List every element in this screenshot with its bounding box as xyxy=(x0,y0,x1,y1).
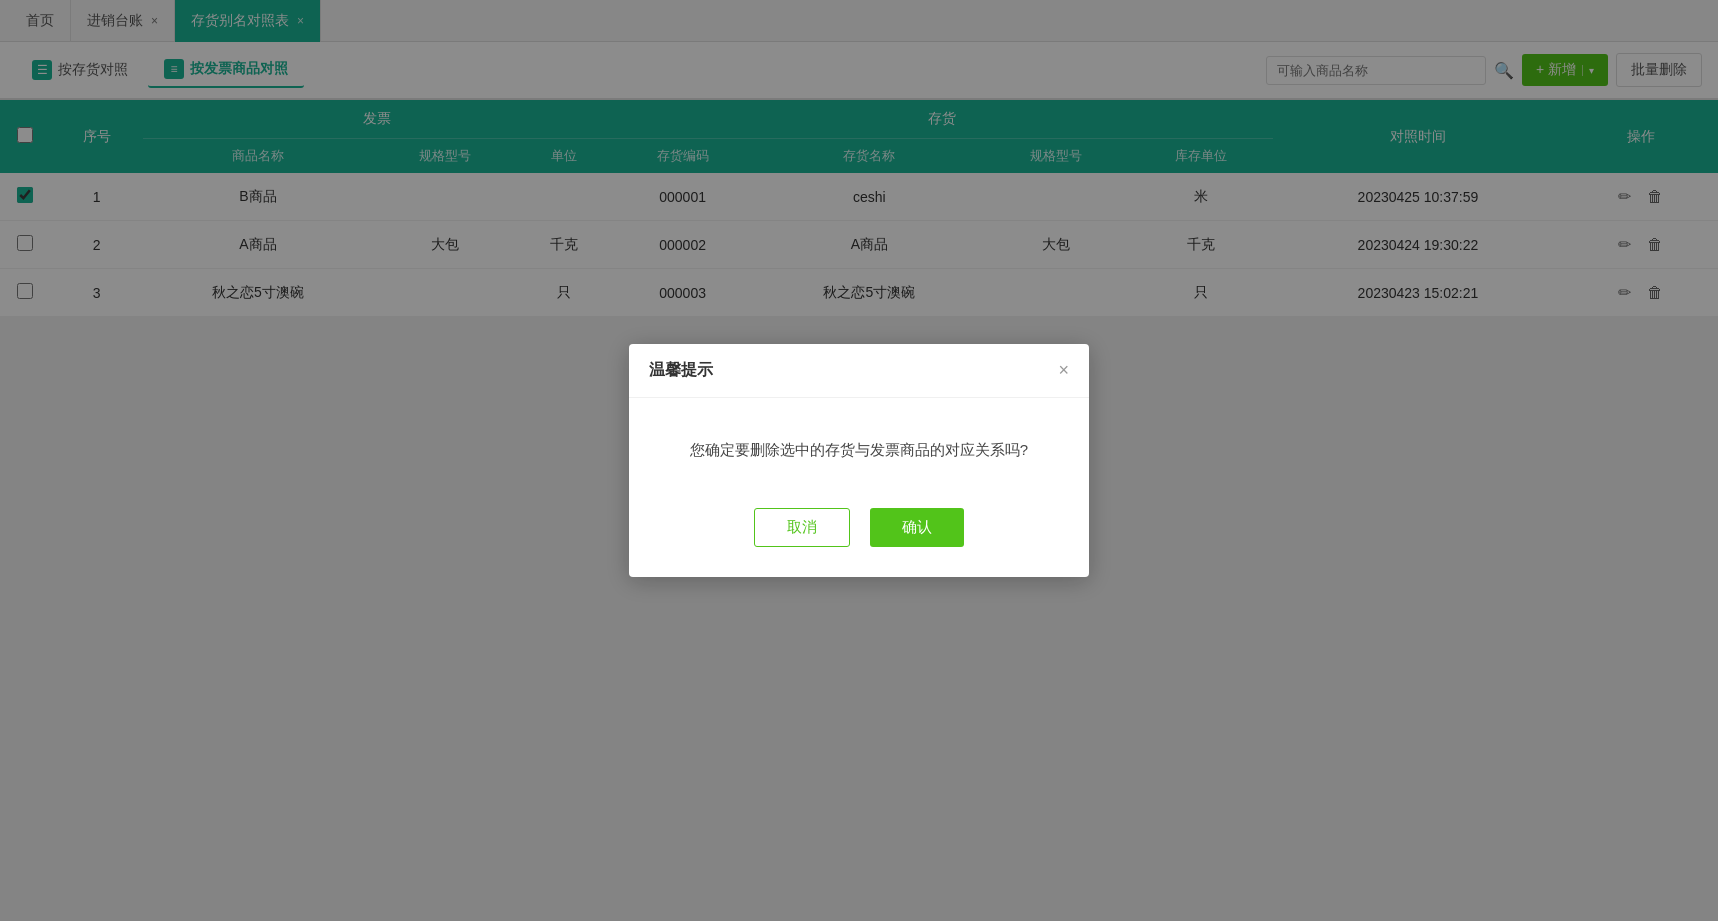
dialog-overlay: 温馨提示 × 您确定要删除选中的存货与发票商品的对应关系吗? 取消 确认 xyxy=(0,0,1718,317)
